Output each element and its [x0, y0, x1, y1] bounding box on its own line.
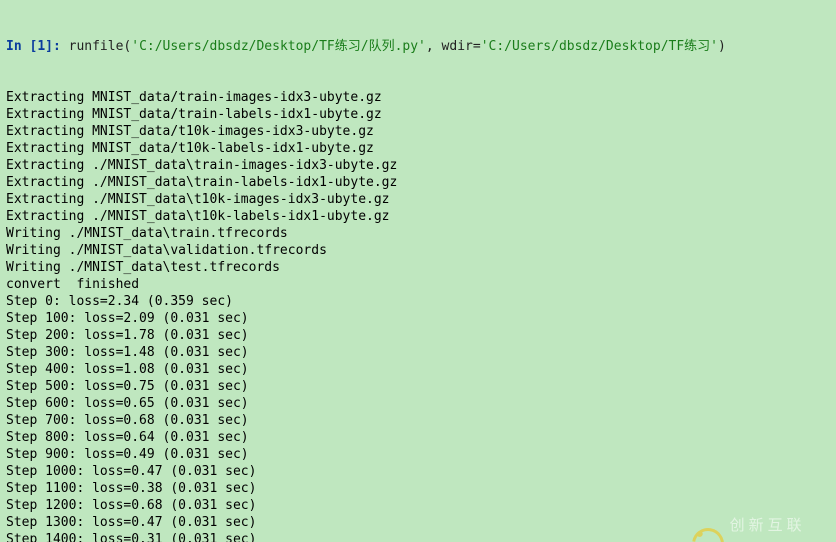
code-close: ) — [718, 39, 726, 54]
output-line: Step 1100: loss=0.38 (0.031 sec) — [6, 480, 830, 497]
output-line: Step 100: loss=2.09 (0.031 sec) — [6, 310, 830, 327]
output-line: Step 500: loss=0.75 (0.031 sec) — [6, 378, 830, 395]
ipython-console[interactable]: In [1]: runfile('C:/Users/dbsdz/Desktop/… — [0, 0, 836, 542]
output-line: Step 600: loss=0.65 (0.031 sec) — [6, 395, 830, 412]
output-block: Extracting MNIST_data/train-images-idx3-… — [6, 89, 830, 542]
code-comma: , wdir= — [426, 39, 481, 54]
output-line: Step 800: loss=0.64 (0.031 sec) — [6, 429, 830, 446]
output-line: Extracting ./MNIST_data\train-images-idx… — [6, 157, 830, 174]
output-line: Extracting ./MNIST_data\t10k-images-idx3… — [6, 191, 830, 208]
code-arg2: 'C:/Users/dbsdz/Desktop/TF练习' — [481, 39, 718, 54]
output-line: Writing ./MNIST_data\validation.tfrecord… — [6, 242, 830, 259]
output-line: Step 1000: loss=0.47 (0.031 sec) — [6, 463, 830, 480]
code-arg1: 'C:/Users/dbsdz/Desktop/TF练习/队列.py' — [131, 39, 426, 54]
output-line: Step 1200: loss=0.68 (0.031 sec) — [6, 497, 830, 514]
output-line: Step 1300: loss=0.47 (0.031 sec) — [6, 514, 830, 531]
output-line: Writing ./MNIST_data\test.tfrecords — [6, 259, 830, 276]
output-line: Writing ./MNIST_data\train.tfrecords — [6, 225, 830, 242]
output-line: Step 300: loss=1.48 (0.031 sec) — [6, 344, 830, 361]
prompt-bracket-close: ] — [45, 39, 53, 54]
prompt-index: 1 — [37, 39, 45, 54]
output-line: Step 400: loss=1.08 (0.031 sec) — [6, 361, 830, 378]
output-line: Step 900: loss=0.49 (0.031 sec) — [6, 446, 830, 463]
output-line: Extracting ./MNIST_data\t10k-labels-idx1… — [6, 208, 830, 225]
output-line: Extracting MNIST_data/t10k-labels-idx1-u… — [6, 140, 830, 157]
output-line: Extracting ./MNIST_data\train-labels-idx… — [6, 174, 830, 191]
output-line: Step 1400: loss=0.31 (0.031 sec) — [6, 531, 830, 542]
output-line: Extracting MNIST_data/train-labels-idx1-… — [6, 106, 830, 123]
code-fn: runfile — [69, 39, 124, 54]
output-line: convert finished — [6, 276, 830, 293]
output-line: Step 0: loss=2.34 (0.359 sec) — [6, 293, 830, 310]
output-line: Extracting MNIST_data/t10k-images-idx3-u… — [6, 123, 830, 140]
output-line: Step 700: loss=0.68 (0.031 sec) — [6, 412, 830, 429]
output-line: Step 200: loss=1.78 (0.031 sec) — [6, 327, 830, 344]
prompt-colon: : — [53, 39, 69, 54]
input-line: In [1]: runfile('C:/Users/dbsdz/Desktop/… — [6, 38, 830, 55]
output-line: Extracting MNIST_data/train-images-idx3-… — [6, 89, 830, 106]
prompt-in-label: In — [6, 39, 29, 54]
